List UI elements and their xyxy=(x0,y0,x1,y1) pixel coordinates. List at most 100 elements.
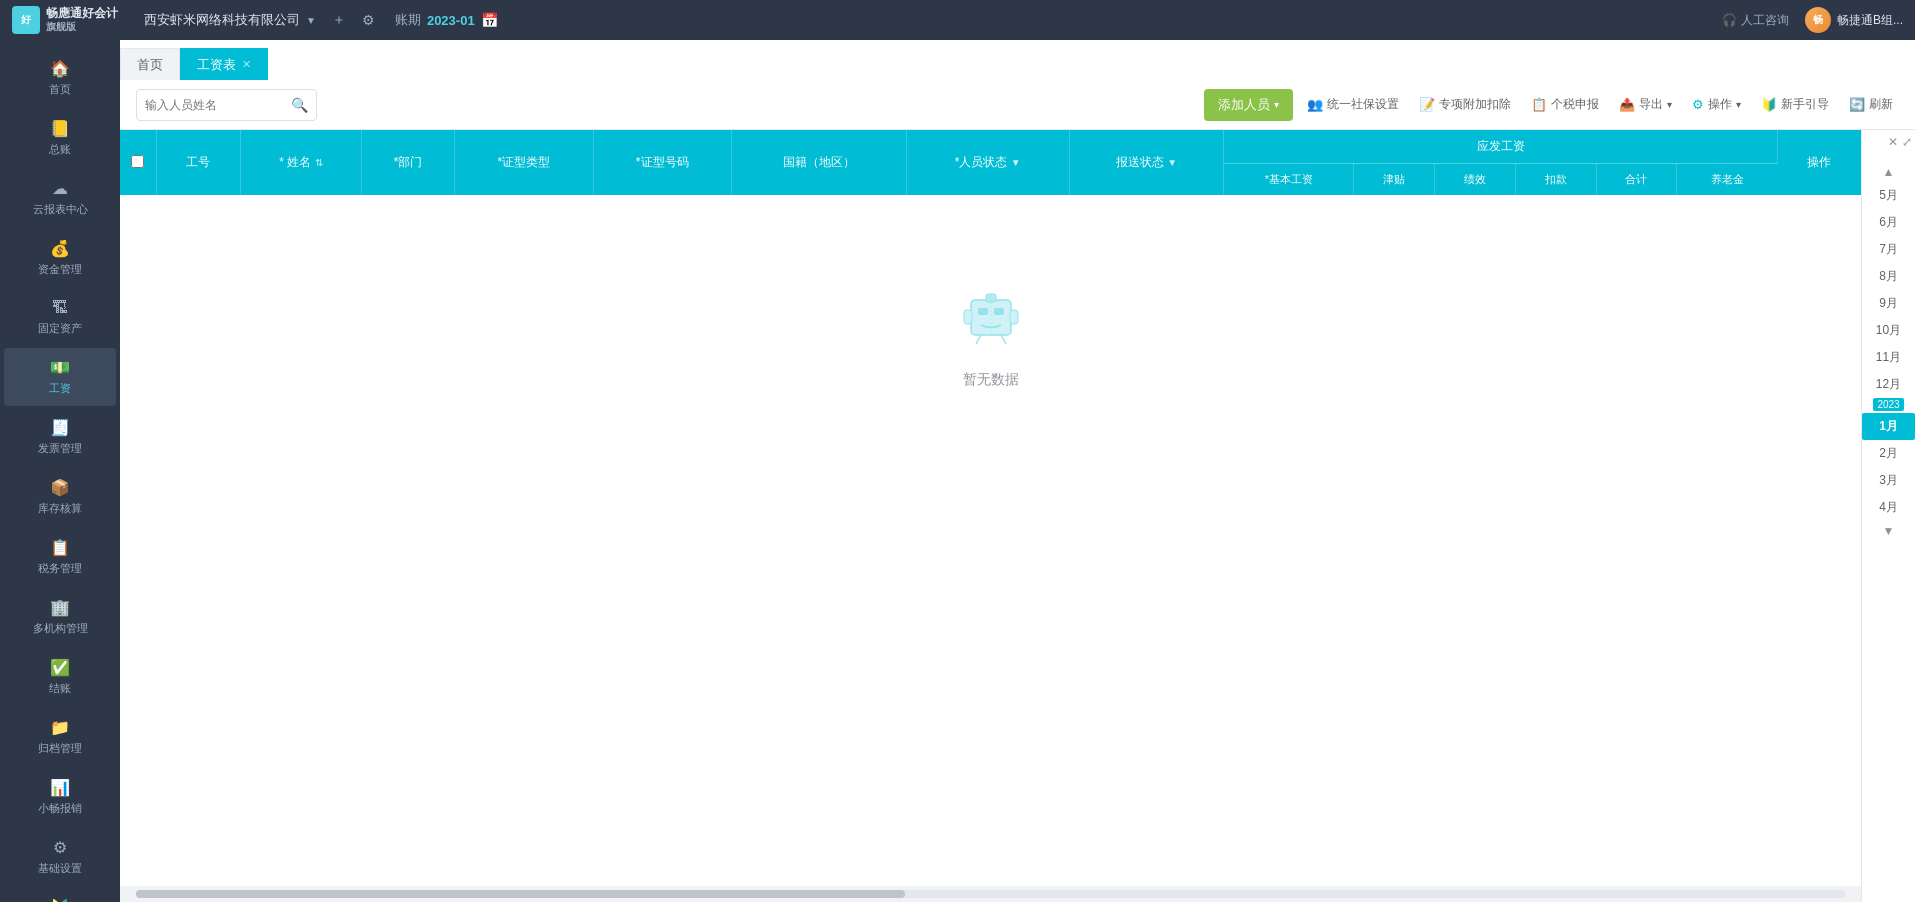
month-4[interactable]: 4月 xyxy=(1862,494,1915,521)
deduction-action[interactable]: 📝 专项附加扣除 xyxy=(1413,96,1517,113)
export-action[interactable]: 📤 导出 ▾ xyxy=(1613,96,1678,113)
sidebar-item-close[interactable]: ✅ 结账 xyxy=(4,648,116,706)
tab-home-label: 首页 xyxy=(137,56,163,74)
refresh-action[interactable]: 🔄 刷新 xyxy=(1843,96,1899,113)
user-name: 畅捷通B组... xyxy=(1837,12,1903,29)
top-header: 好 畅應通好会计 旗舰版 西安虾米网络科技有限公司 ▼ ＋ ⚙ 账期 2023-… xyxy=(0,0,1915,40)
sidebar-item-assets[interactable]: 🏗 固定资产 xyxy=(4,289,116,346)
th-payroll-group: 应发工资 xyxy=(1224,130,1778,164)
logo-text: 畅應通好会计 xyxy=(46,6,118,20)
add-icon[interactable]: ＋ xyxy=(328,9,350,31)
sidebar-label-basic: 基础设置 xyxy=(38,861,82,876)
svg-rect-1 xyxy=(978,308,988,315)
calendar-icon[interactable]: 📅 xyxy=(481,12,498,28)
month-3[interactable]: 3月 xyxy=(1862,467,1915,494)
right-header: 🎧 人工咨询 畅 畅捷通B组... xyxy=(1722,7,1903,33)
sidebar-item-archive[interactable]: 📁 归档管理 xyxy=(4,708,116,766)
month-1[interactable]: 1月 xyxy=(1862,413,1915,440)
search-input[interactable] xyxy=(145,98,285,112)
sidebar-item-invoice[interactable]: 🧾 发票管理 xyxy=(4,408,116,466)
sidebar-item-inventory[interactable]: 📦 库存核算 xyxy=(4,468,116,526)
month-2[interactable]: 2月 xyxy=(1862,440,1915,467)
tab-home[interactable]: 首页 xyxy=(120,48,180,80)
tab-close-icon[interactable]: ✕ xyxy=(242,58,251,71)
refresh-icon: 🔄 xyxy=(1849,97,1865,112)
add-person-arrow-icon: ▾ xyxy=(1274,99,1279,110)
th-checkbox[interactable] xyxy=(120,130,156,195)
month-10[interactable]: 10月 xyxy=(1862,317,1915,344)
company-selector[interactable]: 西安虾米网络科技有限公司 ▼ xyxy=(144,11,316,29)
report-status-filter-icon[interactable]: ▼ xyxy=(1167,157,1177,168)
month-5[interactable]: 5月 xyxy=(1862,182,1915,209)
social-security-action[interactable]: 👥 统一社保设置 xyxy=(1301,96,1405,113)
table-container[interactable]: 工号 * 姓名 ⇅ *部门 *证型类型 xyxy=(120,130,1861,886)
sidebar-item-tax[interactable]: 📋 税务管理 xyxy=(4,528,116,586)
add-person-button[interactable]: 添加人员 ▾ xyxy=(1204,89,1293,121)
svg-rect-2 xyxy=(994,308,1004,315)
sidebar-label-archive: 归档管理 xyxy=(38,741,82,756)
name-sort-icon[interactable]: ⇅ xyxy=(315,157,323,168)
sidebar-label-invoice: 发票管理 xyxy=(38,441,82,456)
user-info[interactable]: 畅 畅捷通B组... xyxy=(1805,7,1903,33)
sidebar-item-cloud[interactable]: ☁ 云报表中心 xyxy=(4,169,116,227)
month-7[interactable]: 7月 xyxy=(1862,236,1915,263)
th-report-status: 报送状态 ▼ xyxy=(1069,130,1223,195)
tax-report-action[interactable]: 📋 个税申报 xyxy=(1525,96,1605,113)
sidebar-item-multi-org[interactable]: 🏢 多机构管理 xyxy=(4,588,116,646)
th-base-salary: *基本工资 xyxy=(1224,164,1354,196)
sidebar-label-fund: 资金管理 xyxy=(38,262,82,277)
operation-label: 操作 xyxy=(1708,96,1732,113)
month-11[interactable]: 11月 xyxy=(1862,344,1915,371)
scrollbar-area xyxy=(120,886,1861,902)
sidebar-item-guide[interactable]: 🔰 新手引导 xyxy=(4,888,116,902)
search-icon[interactable]: 🔍 xyxy=(291,97,308,113)
sidebar-item-salary[interactable]: 💵 工资 xyxy=(4,348,116,406)
guide-icon: 🔰 xyxy=(50,898,70,902)
logo-sub: 旗舰版 xyxy=(46,20,118,34)
date-scroll-up[interactable]: ▲ xyxy=(1862,162,1915,182)
scroll-track[interactable] xyxy=(136,890,1845,898)
month-12[interactable]: 12月 xyxy=(1862,371,1915,398)
tab-salary[interactable]: 工资表 ✕ xyxy=(180,48,268,80)
svg-line-8 xyxy=(1001,335,1006,344)
select-all-checkbox[interactable] xyxy=(131,155,144,168)
close-panel-icon[interactable]: ✕ xyxy=(1887,134,1899,150)
expand-panel-icon[interactable]: ⤢ xyxy=(1901,134,1913,150)
sidebar-item-expense[interactable]: 📊 小畅报销 xyxy=(4,768,116,826)
ledger-icon: 📒 xyxy=(50,119,70,138)
sidebar-label-salary: 工资 xyxy=(49,381,71,396)
guide-action[interactable]: 🔰 新手引导 xyxy=(1755,96,1835,113)
scroll-thumb[interactable] xyxy=(136,890,905,898)
empty-state: 暂无数据 xyxy=(120,195,1861,469)
sidebar-item-ledger[interactable]: 📒 总账 xyxy=(4,109,116,167)
empty-icon-box xyxy=(951,275,1031,355)
inventory-icon: 📦 xyxy=(50,478,70,497)
guide-toolbar-icon: 🔰 xyxy=(1761,97,1777,112)
svg-rect-5 xyxy=(964,310,972,324)
month-9[interactable]: 9月 xyxy=(1862,290,1915,317)
add-person-label: 添加人员 xyxy=(1218,96,1270,114)
date-scroll-down[interactable]: ▼ xyxy=(1862,521,1915,541)
table-and-right: 工号 * 姓名 ⇅ *部门 *证型类型 xyxy=(120,130,1915,902)
logo-area: 好 畅應通好会计 旗舰版 xyxy=(12,6,132,34)
header-actions: ＋ ⚙ xyxy=(328,9,379,31)
month-6[interactable]: 6月 xyxy=(1862,209,1915,236)
close-period-icon: ✅ xyxy=(50,658,70,677)
period-info: 账期 2023-01 📅 xyxy=(395,11,498,29)
table-body: 暂无数据 xyxy=(120,195,1861,469)
social-security-label: 统一社保设置 xyxy=(1327,96,1399,113)
sidebar-item-fund[interactable]: 💰 资金管理 xyxy=(4,229,116,287)
human-service-btn[interactable]: 🎧 人工咨询 xyxy=(1722,12,1789,29)
month-8[interactable]: 8月 xyxy=(1862,263,1915,290)
settings-icon[interactable]: ⚙ xyxy=(358,10,379,30)
multi-org-icon: 🏢 xyxy=(50,598,70,617)
sidebar-item-home[interactable]: 🏠 首页 xyxy=(4,49,116,107)
basic-icon: ⚙ xyxy=(53,838,67,857)
operation-action[interactable]: ⚙ 操作 ▾ xyxy=(1686,96,1747,113)
th-performance: 绩效 xyxy=(1435,164,1516,196)
company-dropdown-icon: ▼ xyxy=(306,15,316,26)
person-status-filter-icon[interactable]: ▼ xyxy=(1011,157,1021,168)
sidebar-item-basic[interactable]: ⚙ 基础设置 xyxy=(4,828,116,886)
sidebar-label-ledger: 总账 xyxy=(49,142,71,157)
year-badge: 2023 xyxy=(1873,398,1903,411)
